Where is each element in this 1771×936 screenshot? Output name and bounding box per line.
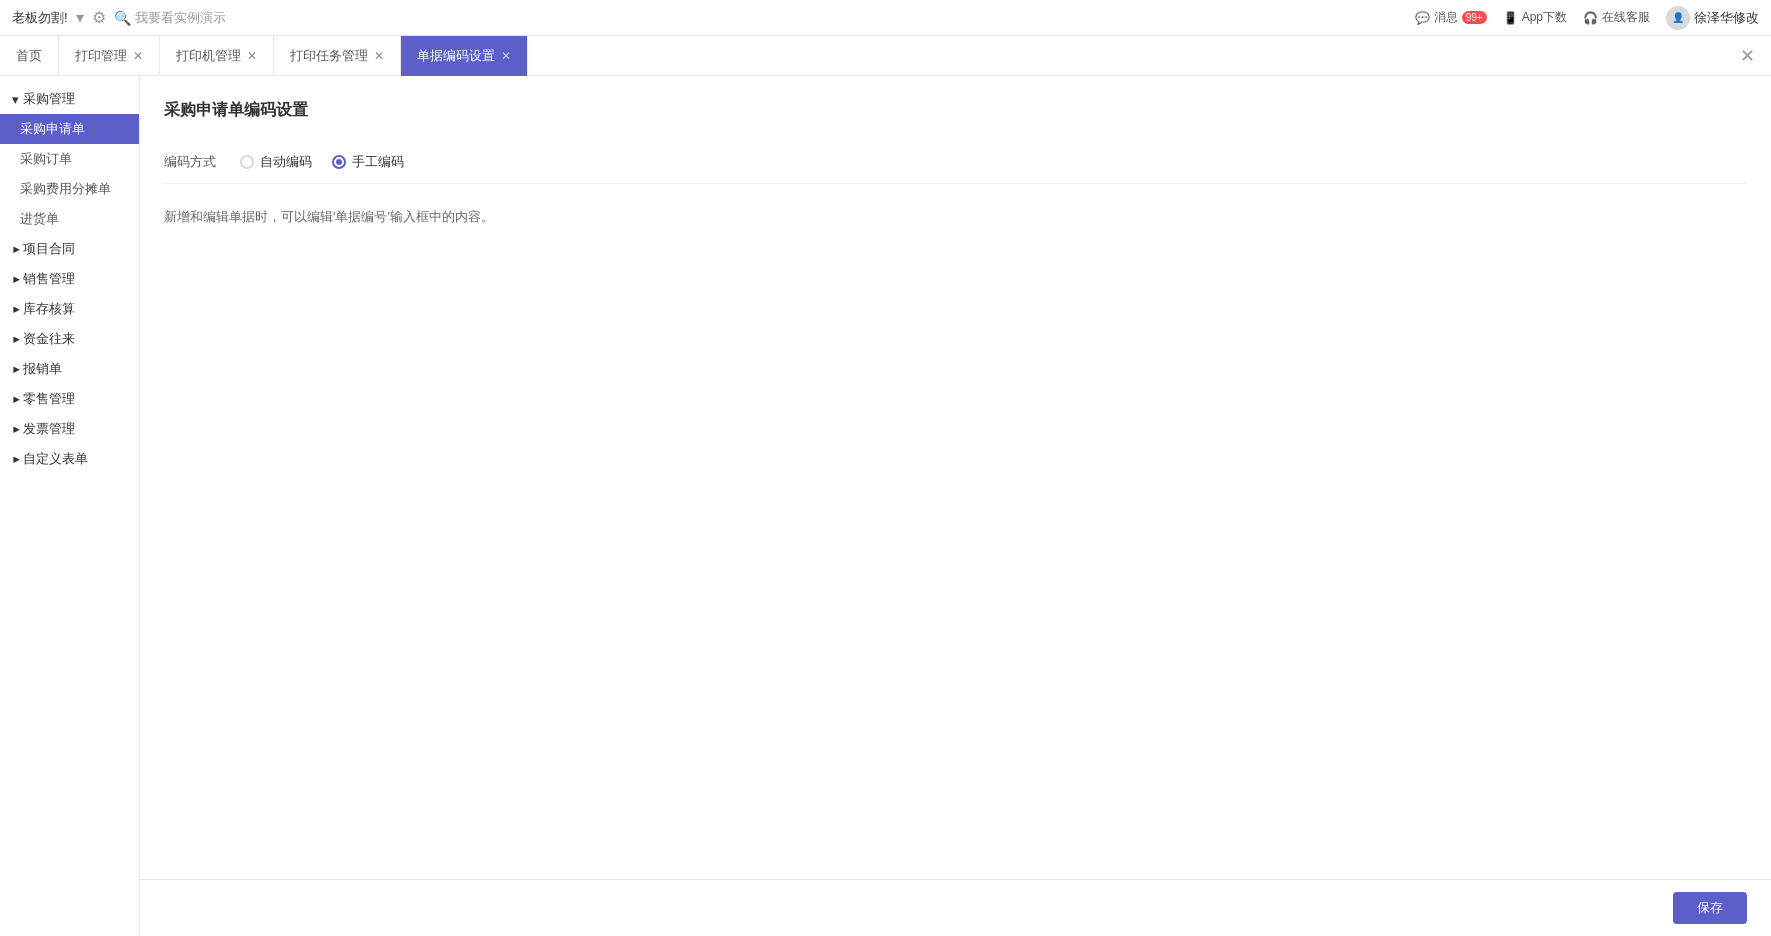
online-service-action[interactable]: 🎧 在线客服 xyxy=(1583,9,1650,26)
phone-icon: 📱 xyxy=(1503,11,1518,25)
search-icon: 🔍 xyxy=(114,10,131,26)
tab-home[interactable]: 首页 xyxy=(0,36,59,76)
sidebar-group-retail-mgmt[interactable]: ▾ 零售管理 xyxy=(0,384,139,414)
tab-print-task-mgmt[interactable]: 打印任务管理 ✕ xyxy=(274,36,401,76)
app-download-label: App下数 xyxy=(1522,9,1567,26)
sidebar-item-purchase-order-label: 采购订单 xyxy=(20,151,72,166)
close-printer-mgmt-icon[interactable]: ✕ xyxy=(247,49,257,63)
hint-text: 新增和编辑单据时，可以编辑'单据编号'输入框中的内容。 xyxy=(164,200,1747,234)
coding-section: 编码方式 自动编码 手工编码 xyxy=(164,141,1747,184)
coding-method-label: 编码方式 xyxy=(164,153,216,171)
tab-single-barcode-settings[interactable]: 单据编码设置 ✕ xyxy=(401,36,528,76)
main-content: 采购申请单编码设置 编码方式 自动编码 手工编码 新增和编辑单据时，可以编辑'单… xyxy=(140,76,1771,936)
chevron-right-icon-inventory: ▾ xyxy=(8,306,23,313)
page-title: 采购申请单编码设置 xyxy=(164,100,1747,121)
sidebar-group-fund-transaction[interactable]: ▾ 资金往来 xyxy=(0,324,139,354)
chevron-right-icon-project: ▾ xyxy=(8,246,23,253)
close-print-mgmt-icon[interactable]: ✕ xyxy=(133,49,143,63)
top-bar-right: 💬 消息 99+ 📱 App下数 🎧 在线客服 👤 徐泽华修改 xyxy=(1415,6,1759,30)
chevron-right-icon-sales: ▾ xyxy=(8,276,23,283)
page-content: 采购申请单编码设置 编码方式 自动编码 手工编码 新增和编辑单据时，可以编辑'单… xyxy=(140,76,1771,879)
sidebar-group-expense-report[interactable]: ▾ 报销单 xyxy=(0,354,139,384)
sidebar-group-fund-transaction-label: 资金往来 xyxy=(23,330,75,348)
sidebar-group-custom-form-label: 自定义表单 xyxy=(23,450,88,468)
manual-code-label: 手工编码 xyxy=(352,153,404,171)
close-all-tabs[interactable]: ✕ xyxy=(1724,36,1771,76)
sidebar-group-retail-mgmt-label: 零售管理 xyxy=(23,390,75,408)
chevron-down-icon: ▾ xyxy=(12,92,19,107)
tab-printer-mgmt-label: 打印机管理 xyxy=(176,47,241,65)
sidebar-item-inbound-label: 进货单 xyxy=(20,211,59,226)
tab-print-mgmt-label: 打印管理 xyxy=(75,47,127,65)
save-button[interactable]: 保存 xyxy=(1673,892,1747,924)
user-info[interactable]: 👤 徐泽华修改 xyxy=(1666,6,1759,30)
dropdown-icon[interactable]: ▾ xyxy=(76,8,84,27)
sidebar-group-invoice-mgmt[interactable]: ▾ 发票管理 xyxy=(0,414,139,444)
layout: ▾ 采购管理 采购申请单 采购订单 采购费用分摊单 进货单 ▾ 项目合同 ▾ 销… xyxy=(0,76,1771,936)
radio-auto-circle xyxy=(240,155,254,169)
chevron-right-icon-custom: ▾ xyxy=(8,456,23,463)
sidebar-group-inventory[interactable]: ▾ 库存核算 xyxy=(0,294,139,324)
sidebar-item-purchase-order[interactable]: 采购订单 xyxy=(0,144,139,174)
sidebar-group-project-contract-label: 项目合同 xyxy=(23,240,75,258)
top-bar-left: 老板勿割! ▾ ⚙ 🔍 我要看实例演示 xyxy=(12,8,226,27)
chevron-right-icon-invoice: ▾ xyxy=(8,426,23,433)
top-bar: 老板勿割! ▾ ⚙ 🔍 我要看实例演示 💬 消息 99+ 📱 App下数 🎧 在… xyxy=(0,0,1771,36)
avatar: 👤 xyxy=(1666,6,1690,30)
radio-auto-code[interactable]: 自动编码 xyxy=(240,153,312,171)
settings-icon[interactable]: ⚙ xyxy=(92,8,106,27)
sidebar-group-sales-mgmt[interactable]: ▾ 销售管理 xyxy=(0,264,139,294)
bottom-bar: 保存 xyxy=(140,879,1771,936)
sidebar-item-inbound[interactable]: 进货单 xyxy=(0,204,139,234)
app-title: 老板勿割! xyxy=(12,9,68,27)
sidebar-group-expense-report-label: 报销单 xyxy=(23,360,62,378)
sidebar-group-invoice-mgmt-label: 发票管理 xyxy=(23,420,75,438)
headset-icon: 🎧 xyxy=(1583,11,1598,25)
user-name: 徐泽华修改 xyxy=(1694,9,1759,27)
tab-print-task-mgmt-label: 打印任务管理 xyxy=(290,47,368,65)
sidebar-item-purchase-request[interactable]: 采购申请单 xyxy=(0,114,139,144)
sidebar-item-purchase-expense-label: 采购费用分摊单 xyxy=(20,181,111,196)
tab-single-barcode-settings-label: 单据编码设置 xyxy=(417,47,495,65)
search-text: 我要看实例演示 xyxy=(135,9,226,27)
sidebar-group-inventory-label: 库存核算 xyxy=(23,300,75,318)
sidebar-group-purchase-mgmt-label: 采购管理 xyxy=(23,90,75,108)
message-icon: 💬 xyxy=(1415,11,1430,25)
message-label: 消息 xyxy=(1434,9,1458,26)
sidebar-item-purchase-expense[interactable]: 采购费用分摊单 xyxy=(0,174,139,204)
radio-manual-circle xyxy=(332,155,346,169)
chevron-right-icon-retail: ▾ xyxy=(8,396,23,403)
radio-manual-code[interactable]: 手工编码 xyxy=(332,153,404,171)
online-service-label: 在线客服 xyxy=(1602,9,1650,26)
auto-code-label: 自动编码 xyxy=(260,153,312,171)
sidebar-group-sales-mgmt-label: 销售管理 xyxy=(23,270,75,288)
close-single-barcode-settings-icon[interactable]: ✕ xyxy=(501,49,511,63)
sidebar-group-project-contract[interactable]: ▾ 项目合同 xyxy=(0,234,139,264)
sidebar-item-purchase-request-label: 采购申请单 xyxy=(20,121,85,136)
chevron-right-icon-fund: ▾ xyxy=(8,336,23,343)
tab-print-mgmt[interactable]: 打印管理 ✕ xyxy=(59,36,160,76)
sidebar: ▾ 采购管理 采购申请单 采购订单 采购费用分摊单 进货单 ▾ 项目合同 ▾ 销… xyxy=(0,76,140,936)
app-download-action[interactable]: 📱 App下数 xyxy=(1503,9,1567,26)
tab-printer-mgmt[interactable]: 打印机管理 ✕ xyxy=(160,36,274,76)
sidebar-group-custom-form[interactable]: ▾ 自定义表单 xyxy=(0,444,139,474)
sidebar-group-purchase-mgmt[interactable]: ▾ 采购管理 xyxy=(0,84,139,114)
chevron-right-icon-expense: ▾ xyxy=(8,366,23,373)
tab-home-label: 首页 xyxy=(16,47,42,65)
radio-group: 自动编码 手工编码 xyxy=(240,153,404,171)
search-demo[interactable]: 🔍 我要看实例演示 xyxy=(114,9,226,27)
message-action[interactable]: 💬 消息 99+ xyxy=(1415,9,1487,26)
close-print-task-mgmt-icon[interactable]: ✕ xyxy=(374,49,384,63)
tab-bar: 首页 打印管理 ✕ 打印机管理 ✕ 打印任务管理 ✕ 单据编码设置 ✕ ✕ xyxy=(0,36,1771,76)
message-badge: 99+ xyxy=(1462,11,1487,24)
